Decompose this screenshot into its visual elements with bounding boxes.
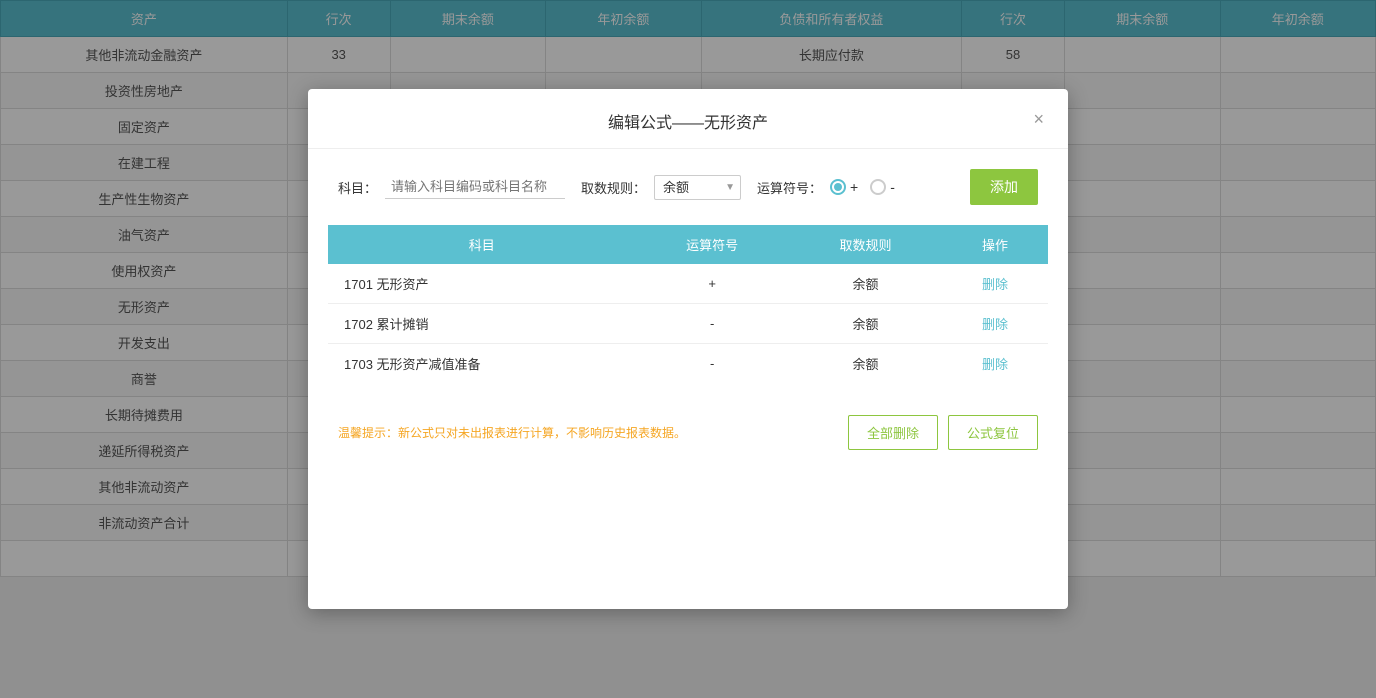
operator-label: 运算符号： <box>757 178 822 197</box>
formula-action-1: 删除 <box>942 264 1048 304</box>
rule-select[interactable]: 余额 借方 贷方 借方余额 贷方余额 <box>654 175 741 200</box>
formula-row: 1701 无形资产 + 余额 删除 <box>328 264 1048 304</box>
subject-label: 科目： <box>338 178 377 197</box>
modal-close-button[interactable]: × <box>1025 106 1052 132</box>
formula-operator-3: - <box>636 344 789 384</box>
delete-button-1[interactable]: 删除 <box>982 277 1008 292</box>
reset-button[interactable]: 公式复位 <box>948 415 1038 450</box>
formula-row: 1703 无形资产减值准备 - 余额 删除 <box>328 344 1048 384</box>
add-button[interactable]: 添加 <box>970 169 1038 205</box>
formula-row: 1702 累计摊销 - 余额 删除 <box>328 304 1048 344</box>
formula-action-2: 删除 <box>942 304 1048 344</box>
formula-table: 科目 运算符号 取数规则 操作 1701 无形资产 + 余额 删除 <box>328 225 1048 383</box>
formula-rule-1: 余额 <box>789 264 942 304</box>
formula-form: 科目： 取数规则： 余额 借方 贷方 借方余额 贷方余额 ▼ <box>308 149 1068 225</box>
delete-button-2[interactable]: 删除 <box>982 317 1008 332</box>
operator-radio-group: + - <box>830 179 895 195</box>
modal-footer: 温馨提示：新公式只对未出报表进行计算，不影响历史报表数据。 全部删除 公式复位 <box>308 399 1068 450</box>
radio-minus-label: - <box>890 179 895 195</box>
formula-table-wrapper: 科目 运算符号 取数规则 操作 1701 无形资产 + 余额 删除 <box>328 225 1048 383</box>
delete-button-3[interactable]: 删除 <box>982 357 1008 372</box>
formula-rule-2: 余额 <box>789 304 942 344</box>
th-subject: 科目 <box>328 225 636 264</box>
radio-minus[interactable]: - <box>870 179 895 195</box>
modal-header: 编辑公式——无形资产 × <box>308 89 1068 149</box>
rule-label: 取数规则： <box>581 178 646 197</box>
modal-dialog: 编辑公式——无形资产 × 科目： 取数规则： 余额 借方 贷方 <box>308 89 1068 609</box>
modal-overlay: 编辑公式——无形资产 × 科目： 取数规则： 余额 借方 贷方 <box>0 0 1376 698</box>
formula-operator-1: + <box>636 264 789 304</box>
footer-buttons: 全部删除 公式复位 <box>848 415 1038 450</box>
subject-input[interactable] <box>385 175 565 199</box>
formula-subject-3: 1703 无形资产减值准备 <box>328 344 636 384</box>
formula-subject-1: 1701 无形资产 <box>328 264 636 304</box>
radio-plus[interactable]: + <box>830 179 858 195</box>
th-operator: 运算符号 <box>636 225 789 264</box>
formula-operator-2: - <box>636 304 789 344</box>
delete-all-button[interactable]: 全部删除 <box>848 415 938 450</box>
background-wrapper: 资产 行次 期末余额 年初余额 负债和所有者权益 行次 期末余额 年初余额 其他… <box>0 0 1376 698</box>
formula-rule-3: 余额 <box>789 344 942 384</box>
radio-plus-label: + <box>850 179 858 195</box>
th-action: 操作 <box>942 225 1048 264</box>
operator-group: 运算符号： + - <box>757 178 895 197</box>
rule-group: 取数规则： 余额 借方 贷方 借方余额 贷方余额 ▼ <box>581 175 741 200</box>
formula-action-3: 删除 <box>942 344 1048 384</box>
formula-subject-2: 1702 累计摊销 <box>328 304 636 344</box>
radio-plus-circle <box>830 179 846 195</box>
subject-group: 科目： <box>338 175 565 199</box>
radio-minus-circle <box>870 179 886 195</box>
th-rule: 取数规则 <box>789 225 942 264</box>
rule-select-wrapper: 余额 借方 贷方 借方余额 贷方余额 ▼ <box>654 175 741 200</box>
modal-title: 编辑公式——无形资产 <box>608 115 768 132</box>
footer-tip: 温馨提示：新公式只对未出报表进行计算，不影响历史报表数据。 <box>338 424 686 441</box>
